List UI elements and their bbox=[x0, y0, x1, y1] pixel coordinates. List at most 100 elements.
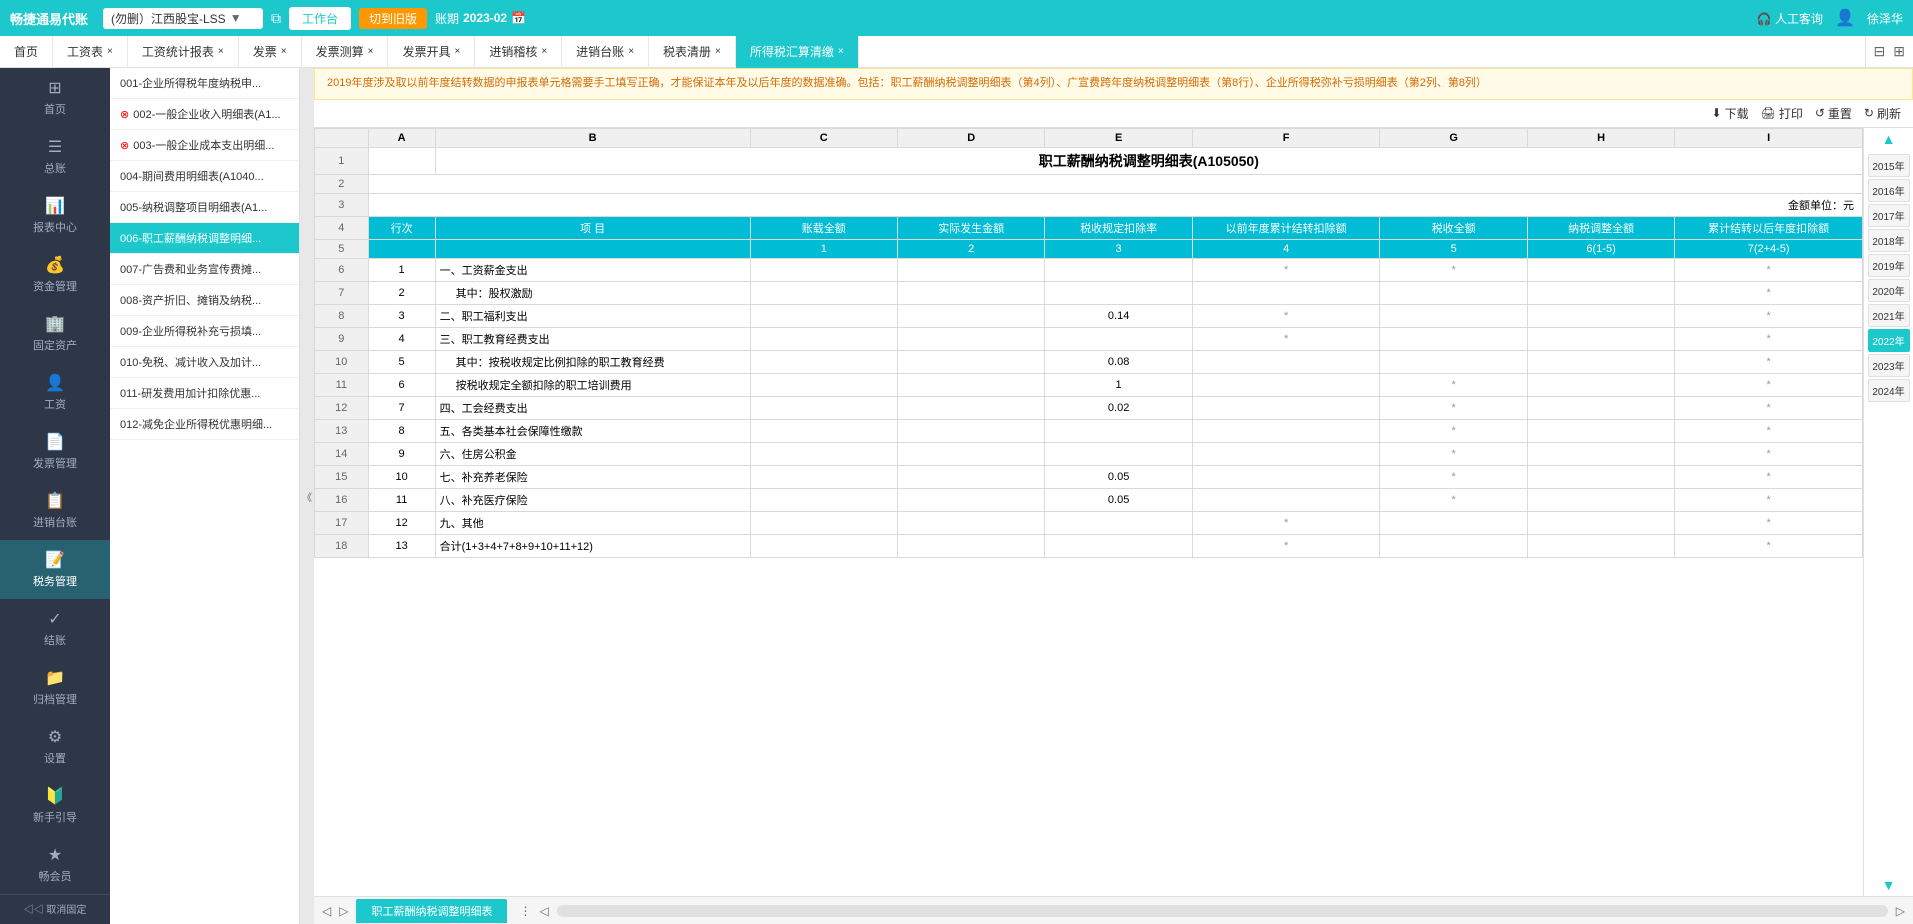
close-tab-payroll-icon[interactable]: × bbox=[107, 46, 113, 57]
sidebar-item-capital[interactable]: 💰资金管理 bbox=[0, 245, 110, 304]
sidebar-item-assets[interactable]: 🏢固定资产 bbox=[0, 304, 110, 363]
next-sheet-icon[interactable]: ▷ bbox=[339, 904, 348, 918]
left-panel-item-006[interactable]: 006-职工薪酬纳税调整明细... bbox=[110, 223, 299, 254]
left-panel-item-009[interactable]: 009-企业所得税补充亏损填... bbox=[110, 316, 299, 347]
tab-invoice[interactable]: 发票 × bbox=[239, 36, 302, 68]
sub-2: 2 bbox=[897, 239, 1044, 258]
row-1-title: 职工薪酬纳税调整明细表(A105050) bbox=[435, 147, 1862, 174]
restore-icon[interactable]: ⊟ bbox=[1874, 43, 1886, 60]
capital-icon: 💰 bbox=[45, 255, 65, 275]
sheet-tab-active[interactable]: 职工薪酬纳税调整明细表 bbox=[356, 899, 507, 923]
year-btn-2021[interactable]: 2021年 bbox=[1868, 304, 1910, 327]
left-panel-item-011[interactable]: 011-研发费用加计扣除优惠... bbox=[110, 378, 299, 409]
col-E-header: E bbox=[1045, 128, 1192, 147]
tab-invoice-open[interactable]: 发票开具 × bbox=[388, 36, 475, 68]
close-tab-payroll-stats-icon[interactable]: × bbox=[218, 46, 224, 57]
year-btn-2020[interactable]: 2020年 bbox=[1868, 279, 1910, 302]
left-panel-item-008[interactable]: 008-资产折旧、摊销及纳税... bbox=[110, 285, 299, 316]
sidebar-label-invoice: 发票管理 bbox=[33, 455, 77, 471]
cut-old-button[interactable]: 切到旧版 bbox=[359, 8, 427, 29]
left-panel-item-010[interactable]: 010-免税、减计收入及加计... bbox=[110, 347, 299, 378]
collapse-panel-btn[interactable]: 《 bbox=[300, 68, 314, 924]
tab-payroll[interactable]: 工资表 × bbox=[53, 36, 128, 68]
sidebar-item-tax[interactable]: 📝 税务管理 bbox=[0, 540, 110, 599]
row-5-num: 5 bbox=[315, 239, 369, 258]
sidebar-item-settlement[interactable]: ✓结账 bbox=[0, 599, 110, 658]
sidebar-item-purchase[interactable]: 📋进销台账 bbox=[0, 481, 110, 540]
tab-home[interactable]: 首页 bbox=[0, 36, 53, 68]
year-btn-2018[interactable]: 2018年 bbox=[1868, 229, 1910, 252]
pin-icon: ◁◁ bbox=[24, 905, 44, 916]
left-panel-item-007[interactable]: 007-广告费和业务宣传费摊... bbox=[110, 254, 299, 285]
calendar-icon[interactable]: 📅 bbox=[511, 11, 526, 25]
expand-icon[interactable]: ⊞ bbox=[1893, 43, 1905, 60]
tab-payroll-stats[interactable]: 工资统计报表 × bbox=[128, 36, 239, 68]
close-tab-invoice-calc-icon[interactable]: × bbox=[368, 46, 374, 57]
company-selector[interactable]: (勿删）江西股宝-LSS ▼ bbox=[103, 8, 263, 29]
sheet-options-icon[interactable]: ⋮ bbox=[519, 904, 531, 918]
tab-invoice-calc[interactable]: 发票测算 × bbox=[302, 36, 389, 68]
year-btn-2016[interactable]: 2016年 bbox=[1868, 179, 1910, 202]
year-down-arrow[interactable]: ▼ bbox=[1879, 874, 1899, 896]
sheet-main[interactable]: A B C D E F G H I bbox=[314, 128, 1863, 896]
close-tab-invoice-icon[interactable]: × bbox=[281, 46, 287, 57]
sidebar-item-payroll[interactable]: 👤工资 bbox=[0, 363, 110, 422]
user-name[interactable]: 徐泽华 bbox=[1867, 10, 1903, 27]
prev-sheet-icon[interactable]: ◁ bbox=[322, 904, 331, 918]
table-row: 13 8 五、各类基本社会保障性缴款 * * bbox=[315, 419, 1863, 442]
period-value: 2023-02 bbox=[463, 11, 507, 25]
tab-purchase-ledger[interactable]: 进销台账 × bbox=[562, 36, 649, 68]
year-btn-2019[interactable]: 2019年 bbox=[1868, 254, 1910, 277]
sheet-area: A B C D E F G H I bbox=[314, 128, 1913, 896]
sidebar-item-settings[interactable]: ⚙设置 bbox=[0, 717, 110, 776]
year-btn-2023[interactable]: 2023年 bbox=[1868, 354, 1910, 377]
sidebar-item-home[interactable]: ⊞首页 bbox=[0, 68, 110, 127]
sidebar-item-invoice[interactable]: 📄发票管理 bbox=[0, 422, 110, 481]
tab-income-tax[interactable]: 所得税汇算清缴 × bbox=[736, 36, 859, 68]
left-panel-item-004[interactable]: 004-期间费用明细表(A1040... bbox=[110, 161, 299, 192]
tab-tax-clear[interactable]: 税表清册 × bbox=[649, 36, 736, 68]
sidebar-item-ledger[interactable]: ☰总账 bbox=[0, 127, 110, 186]
close-tab-income-tax-icon[interactable]: × bbox=[838, 46, 844, 57]
year-btn-2022[interactable]: 2022年 bbox=[1868, 329, 1910, 352]
left-panel-item-005[interactable]: 005-纳税调整项目明细表(A1... bbox=[110, 192, 299, 223]
close-tab-invoice-open-icon[interactable]: × bbox=[454, 46, 460, 57]
user-avatar-icon: 👤 bbox=[1835, 8, 1855, 28]
corner-cell bbox=[315, 128, 369, 147]
sidebar-label-tax: 税务管理 bbox=[33, 573, 77, 589]
service-btn[interactable]: 🎧 人工客询 bbox=[1757, 10, 1823, 27]
scroll-right-icon[interactable]: ▷ bbox=[1896, 904, 1905, 918]
hscroll-bar[interactable] bbox=[557, 905, 1888, 917]
left-panel-item-002[interactable]: ⊗ 002-一般企业收入明细表(A1... bbox=[110, 99, 299, 130]
reset-button[interactable]: ↺ 重置 bbox=[1815, 105, 1852, 122]
sub-3: 3 bbox=[1045, 239, 1192, 258]
left-panel-item-001[interactable]: 001-企业所得税年度纳税申... bbox=[110, 68, 299, 99]
tax-icon: 📝 bbox=[45, 550, 65, 570]
copy-icon[interactable]: ⧉ bbox=[271, 10, 281, 27]
close-tab-purchase-check-icon[interactable]: × bbox=[541, 46, 547, 57]
sidebar-item-report[interactable]: 📊报表中心 bbox=[0, 186, 110, 245]
tab-purchase-check[interactable]: 进销稽核 × bbox=[475, 36, 562, 68]
col-G-header: G bbox=[1380, 128, 1527, 147]
item-002-label: 002-一般企业收入明细表(A1... bbox=[133, 106, 280, 122]
workspace-button[interactable]: 工作台 bbox=[289, 7, 351, 30]
year-up-arrow[interactable]: ▲ bbox=[1879, 128, 1899, 150]
year-btn-2024[interactable]: 2024年 bbox=[1868, 379, 1910, 402]
close-tab-purchase-ledger-icon[interactable]: × bbox=[628, 46, 634, 57]
sidebar-item-archive[interactable]: 📁归档管理 bbox=[0, 658, 110, 717]
print-button[interactable]: 🖨 打印 bbox=[1761, 105, 1803, 122]
left-panel-item-012[interactable]: 012-减免企业所得税优惠明细... bbox=[110, 409, 299, 440]
left-panel-item-003[interactable]: ⊗ 003-一般企业成本支出明细... bbox=[110, 130, 299, 161]
close-tab-tax-clear-icon[interactable]: × bbox=[715, 46, 721, 57]
download-button[interactable]: ⬇ 下载 bbox=[1712, 105, 1749, 122]
refresh-button[interactable]: ↻ 刷新 bbox=[1864, 105, 1901, 122]
year-btn-2015[interactable]: 2015年 bbox=[1868, 154, 1910, 177]
sidebar-item-member[interactable]: ★畅会员 bbox=[0, 835, 110, 894]
sidebar-bottom-btn[interactable]: ◁◁ 取消固定 bbox=[0, 894, 110, 922]
year-btn-2017[interactable]: 2017年 bbox=[1868, 204, 1910, 227]
refresh-label: 刷新 bbox=[1877, 105, 1901, 122]
scroll-left-icon[interactable]: ◁ bbox=[539, 904, 548, 918]
sub-4: 4 bbox=[1192, 239, 1380, 258]
row-2-empty bbox=[368, 174, 1862, 193]
sidebar-item-guide[interactable]: 🔰新手引导 bbox=[0, 776, 110, 835]
